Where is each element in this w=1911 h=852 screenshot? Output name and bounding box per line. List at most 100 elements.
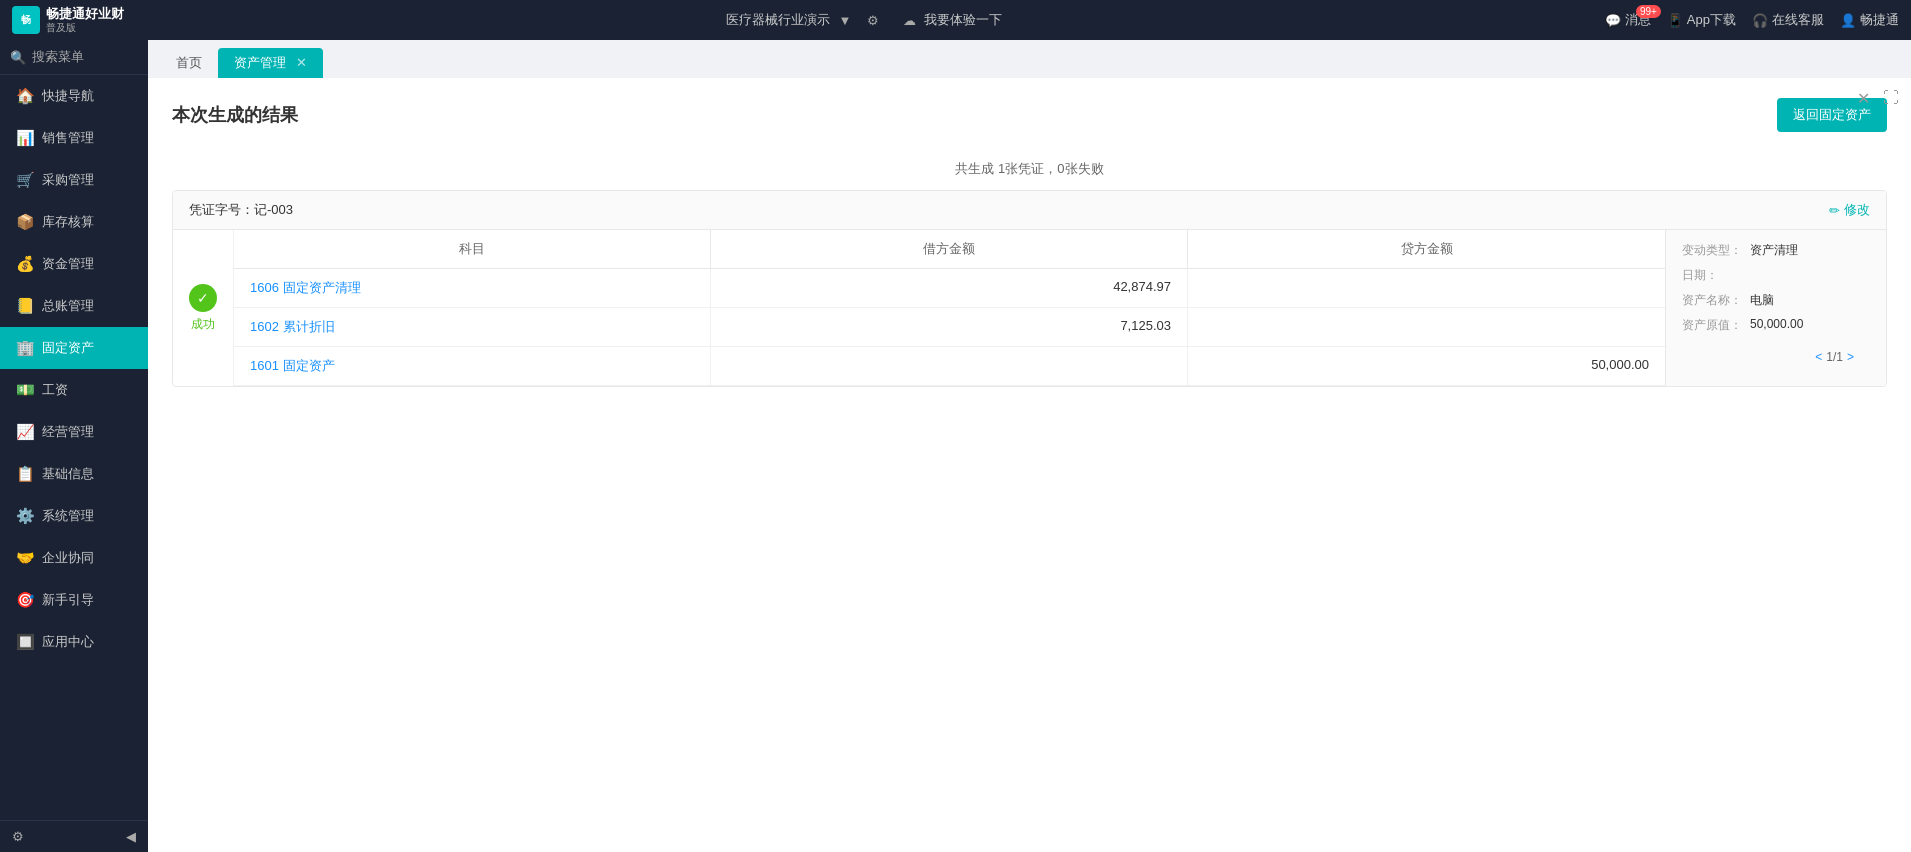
online-service-item[interactable]: 🎧 在线客服 xyxy=(1752,11,1824,29)
table-row: 1602 累计折旧 7,125.03 xyxy=(234,308,1665,347)
sidebar-item-sales[interactable]: 📊 销售管理 xyxy=(0,117,148,159)
topbar-right: 💬 消息 99+ 📱 App下载 🎧 在线客服 👤 畅捷通 xyxy=(1605,11,1899,29)
prev-page-button[interactable]: < xyxy=(1815,350,1822,364)
headset-icon: 🎧 xyxy=(1752,13,1768,28)
sidebar-item-system[interactable]: ⚙️ 系统管理 xyxy=(0,495,148,537)
sidebar-label-inventory: 库存核算 xyxy=(42,213,94,231)
expand-panel-button[interactable]: ⛶ xyxy=(1879,86,1903,110)
experience-text[interactable]: 我要体验一下 xyxy=(924,11,1002,29)
clipboard-icon: 📋 xyxy=(16,465,34,483)
table-row: 1601 固定资产 50,000.00 xyxy=(234,347,1665,386)
money-icon: 💰 xyxy=(16,255,34,273)
page-info: 1/1 xyxy=(1826,350,1843,364)
edit-icon: ✏ xyxy=(1829,203,1840,218)
collapse-icon[interactable]: ◀ xyxy=(126,829,136,844)
settings-icon: ⚙️ xyxy=(16,507,34,525)
td-debit-2: 7,125.03 xyxy=(711,308,1188,346)
td-debit-1: 42,874.97 xyxy=(711,269,1188,307)
close-panel-button[interactable]: ✕ xyxy=(1851,86,1875,110)
sidebar-item-app-center[interactable]: 🔲 应用中心 xyxy=(0,621,148,663)
td-subject-3[interactable]: 1601 固定资产 xyxy=(234,347,711,385)
sidebar-item-basic-info[interactable]: 📋 基础信息 xyxy=(0,453,148,495)
asset-value-label: 资产原值： xyxy=(1682,317,1742,334)
td-subject-1[interactable]: 1606 固定资产清理 xyxy=(234,269,711,307)
sidebar-label-purchase: 采购管理 xyxy=(42,171,94,189)
sidebar-item-inventory[interactable]: 📦 库存核算 xyxy=(0,201,148,243)
td-debit-3 xyxy=(711,347,1188,385)
sidebar-item-operations[interactable]: 📈 经营管理 xyxy=(0,411,148,453)
handshake-icon: 🤝 xyxy=(16,549,34,567)
chart-icon: 📊 xyxy=(16,129,34,147)
td-subject-2[interactable]: 1602 累计折旧 xyxy=(234,308,711,346)
success-column: ✓ 成功 xyxy=(173,230,234,386)
app-download-item[interactable]: 📱 App下载 xyxy=(1667,11,1736,29)
phone-icon: 📱 xyxy=(1667,13,1683,28)
sidebar-item-fund[interactable]: 💰 资金管理 xyxy=(0,243,148,285)
topbar: 畅 畅捷通好业财 普及版 医疗器械行业演示 ▼ ⚙ ☁ 我要体验一下 💬 消息 … xyxy=(0,0,1911,40)
next-page-button[interactable]: > xyxy=(1847,350,1854,364)
sidebar-search[interactable]: 🔍 搜索菜单 xyxy=(0,40,148,75)
sidebar-item-fixed-assets[interactable]: 🏢 固定资产 xyxy=(0,327,148,369)
logo-sub: 普及版 xyxy=(46,22,124,34)
right-panel-controls: ✕ ⛶ xyxy=(1851,86,1903,110)
asset-name-value: 电脑 xyxy=(1750,292,1774,309)
summary-text: 共生成 1张凭证，0张失败 xyxy=(955,161,1103,176)
messages-item[interactable]: 💬 消息 99+ xyxy=(1605,11,1651,29)
sidebar-label-operations: 经营管理 xyxy=(42,423,94,441)
edit-label: 修改 xyxy=(1844,201,1870,219)
side-info-panel: 变动类型： 资产清理 日期： 资产名称： 电脑 资产原值： xyxy=(1666,230,1886,386)
sidebar-item-quick-nav[interactable]: 🏠 快捷导航 xyxy=(0,75,148,117)
table-header: 科目 借方金额 贷方金额 xyxy=(234,230,1665,269)
dropdown-icon[interactable]: ▼ xyxy=(838,13,851,28)
tab-close-icon[interactable]: ✕ xyxy=(296,55,307,70)
change-type-label: 变动类型： xyxy=(1682,242,1742,259)
settings-bottom-icon[interactable]: ⚙ xyxy=(12,829,24,844)
gear-icon[interactable]: ⚙ xyxy=(867,13,879,28)
success-label: 成功 xyxy=(191,316,215,333)
sidebar-item-purchase[interactable]: 🛒 采购管理 xyxy=(0,159,148,201)
sidebar-label-sales: 销售管理 xyxy=(42,129,94,147)
th-debit: 借方金额 xyxy=(711,230,1188,268)
voucher-header: 凭证字号：记-003 ✏ 修改 xyxy=(173,191,1886,230)
user-item[interactable]: 👤 畅捷通 xyxy=(1840,11,1899,29)
sidebar-label-basic-info: 基础信息 xyxy=(42,465,94,483)
sidebar-item-guide[interactable]: 🎯 新手引导 xyxy=(0,579,148,621)
page-title: 本次生成的结果 xyxy=(172,103,298,127)
voucher-container: 凭证字号：记-003 ✏ 修改 ✓ 成功 xyxy=(172,190,1887,387)
messages-badge: 99+ xyxy=(1636,5,1661,18)
sidebar-label-enterprise: 企业协同 xyxy=(42,549,94,567)
wage-icon: 💵 xyxy=(16,381,34,399)
tab-asset-management[interactable]: 资产管理 ✕ xyxy=(218,48,323,78)
td-credit-3: 50,000.00 xyxy=(1188,347,1665,385)
topbar-left: 畅 畅捷通好业财 普及版 xyxy=(12,6,124,34)
sidebar-label-payroll: 工资 xyxy=(42,381,68,399)
sidebar-item-ledger[interactable]: 📒 总账管理 xyxy=(0,285,148,327)
edit-button[interactable]: ✏ 修改 xyxy=(1829,201,1870,219)
sidebar: 🔍 搜索菜单 🏠 快捷导航 📊 销售管理 🛒 采购管理 📦 库存核算 💰 资金管… xyxy=(0,40,148,852)
asset-name-label: 资产名称： xyxy=(1682,292,1742,309)
main-layout: 🔍 搜索菜单 🏠 快捷导航 📊 销售管理 🛒 采购管理 📦 库存核算 💰 资金管… xyxy=(0,40,1911,852)
page-header: 本次生成的结果 返回固定资产 xyxy=(172,98,1887,132)
voucher-body: ✓ 成功 科目 借方金额 贷方金额 1606 固定资产清理 xyxy=(173,230,1886,386)
app-download-label: App下载 xyxy=(1687,11,1736,29)
sidebar-label-guide: 新手引导 xyxy=(42,591,94,609)
sidebar-item-payroll[interactable]: 💵 工资 xyxy=(0,369,148,411)
sidebar-label-fund: 资金管理 xyxy=(42,255,94,273)
page-content: ✕ ⛶ 本次生成的结果 返回固定资产 共生成 1张凭证，0张失败 凭证字号：记-… xyxy=(148,78,1911,852)
logo-text: 畅捷通好业财 普及版 xyxy=(46,6,124,34)
sidebar-label-system: 系统管理 xyxy=(42,507,94,525)
pagination: < 1/1 > xyxy=(1682,342,1870,372)
sidebar-item-enterprise[interactable]: 🤝 企业协同 xyxy=(0,537,148,579)
success-icon: ✓ xyxy=(189,284,217,312)
tab-bar: 首页 资产管理 ✕ xyxy=(148,40,1911,78)
logo-icon: 畅 xyxy=(12,6,40,34)
message-icon: 💬 xyxy=(1605,13,1621,28)
tab-home[interactable]: 首页 xyxy=(164,48,214,78)
summary-bar: 共生成 1张凭证，0张失败 xyxy=(172,148,1887,190)
sidebar-label-ledger: 总账管理 xyxy=(42,297,94,315)
online-service-label: 在线客服 xyxy=(1772,11,1824,29)
logo-title: 畅捷通好业财 xyxy=(46,6,124,22)
box-icon: 📦 xyxy=(16,213,34,231)
grid-icon: 🔲 xyxy=(16,633,34,651)
sidebar-label-fixed-assets: 固定资产 xyxy=(42,339,94,357)
